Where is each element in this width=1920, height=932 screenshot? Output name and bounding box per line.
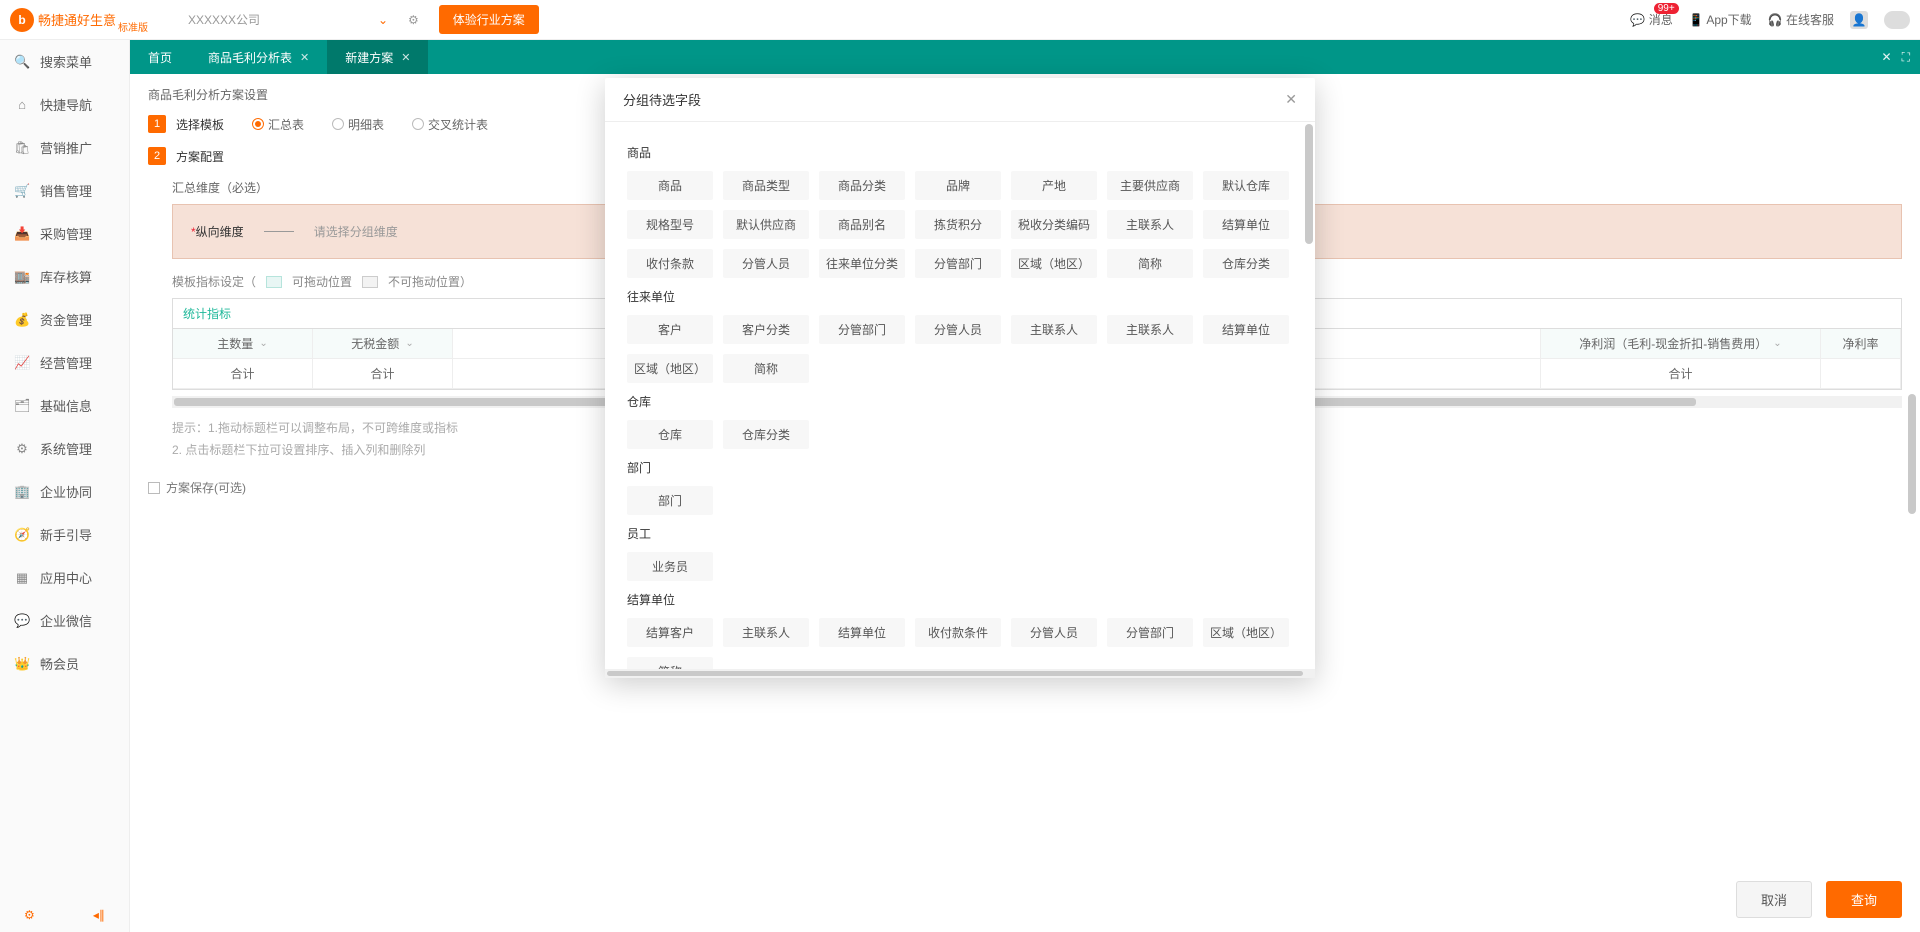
chip-0-5[interactable]: 主要供应商 — [1107, 171, 1193, 200]
chip-1-4[interactable]: 主联系人 — [1011, 315, 1097, 344]
group-title-1: 往来单位 — [627, 288, 1293, 305]
chip-1-5[interactable]: 主联系人 — [1107, 315, 1193, 344]
chip-group-3: 部门 — [627, 486, 1293, 515]
chip-0-11[interactable]: 税收分类编码 — [1011, 210, 1097, 239]
chip-1-1[interactable]: 客户分类 — [723, 315, 809, 344]
chip-group-1: 客户客户分类分管部门分管人员主联系人主联系人结算单位区域（地区）简称 — [627, 315, 1293, 383]
chip-0-9[interactable]: 商品别名 — [819, 210, 905, 239]
chip-0-15[interactable]: 分管人员 — [723, 249, 809, 278]
chip-0-2[interactable]: 商品分类 — [819, 171, 905, 200]
chip-5-3[interactable]: 收付款条件 — [915, 618, 1001, 647]
chip-0-7[interactable]: 规格型号 — [627, 210, 713, 239]
chip-3-0[interactable]: 部门 — [627, 486, 713, 515]
chip-0-3[interactable]: 品牌 — [915, 171, 1001, 200]
chip-0-4[interactable]: 产地 — [1011, 171, 1097, 200]
modal-title: 分组待选字段 — [623, 90, 701, 109]
chip-0-19[interactable]: 简称 — [1107, 249, 1193, 278]
chip-0-16[interactable]: 往来单位分类 — [819, 249, 905, 278]
group-title-0: 商品 — [627, 144, 1293, 161]
chip-group-5: 结算客户主联系人结算单位收付款条件分管人员分管部门区域（地区） 简称 — [627, 618, 1293, 669]
chip-2-1[interactable]: 仓库分类 — [723, 420, 809, 449]
group-title-3: 部门 — [627, 459, 1293, 476]
modal-header: 分组待选字段 ✕ — [605, 78, 1315, 122]
group-title-5: 结算单位 — [627, 591, 1293, 608]
chip-0-0[interactable]: 商品 — [627, 171, 713, 200]
chip-5-6[interactable]: 区域（地区） — [1203, 618, 1289, 647]
chip-5-4[interactable]: 分管人员 — [1011, 618, 1097, 647]
chip-5-0[interactable]: 结算客户 — [627, 618, 713, 647]
chip-0-12[interactable]: 主联系人 — [1107, 210, 1193, 239]
modal-body: 商品商品商品类型商品分类品牌产地主要供应商默认仓库规格型号默认供应商商品别名拣货… — [605, 122, 1315, 669]
chip-0-10[interactable]: 拣货积分 — [915, 210, 1001, 239]
modal-horizontal-scrollbar[interactable] — [605, 669, 1315, 678]
chip-0-8[interactable]: 默认供应商 — [723, 210, 809, 239]
chip-group-4: 业务员 — [627, 552, 1293, 581]
close-icon[interactable]: ✕ — [1285, 91, 1297, 108]
chip-1-0[interactable]: 客户 — [627, 315, 713, 344]
chip-1-7[interactable]: 区域（地区） — [627, 354, 713, 383]
chip-1-3[interactable]: 分管人员 — [915, 315, 1001, 344]
chip-1-6[interactable]: 结算单位 — [1203, 315, 1289, 344]
chip-4-0[interactable]: 业务员 — [627, 552, 713, 581]
group-title-4: 员工 — [627, 525, 1293, 542]
chip-0-14[interactable]: 收付条款 — [627, 249, 713, 278]
chip-5-7[interactable]: 简称 — [627, 657, 713, 669]
chip-5-1[interactable]: 主联系人 — [723, 618, 809, 647]
chip-0-18[interactable]: 区域（地区） — [1011, 249, 1097, 278]
chip-0-1[interactable]: 商品类型 — [723, 171, 809, 200]
group-title-2: 仓库 — [627, 393, 1293, 410]
field-modal: 分组待选字段 ✕ 商品商品商品类型商品分类品牌产地主要供应商默认仓库规格型号默认… — [605, 78, 1315, 678]
chip-0-13[interactable]: 结算单位 — [1203, 210, 1289, 239]
chip-5-5[interactable]: 分管部门 — [1107, 618, 1193, 647]
chip-2-0[interactable]: 仓库 — [627, 420, 713, 449]
chip-0-17[interactable]: 分管部门 — [915, 249, 1001, 278]
chip-0-20[interactable]: 仓库分类 — [1203, 249, 1289, 278]
chip-5-2[interactable]: 结算单位 — [819, 618, 905, 647]
modal-vertical-scrollbar[interactable] — [1305, 124, 1313, 244]
chip-1-8[interactable]: 简称 — [723, 354, 809, 383]
chip-group-2: 仓库仓库分类 — [627, 420, 1293, 449]
chip-1-2[interactable]: 分管部门 — [819, 315, 905, 344]
chip-group-0: 商品商品类型商品分类品牌产地主要供应商默认仓库规格型号默认供应商商品别名拣货积分… — [627, 171, 1293, 278]
chip-0-6[interactable]: 默认仓库 — [1203, 171, 1289, 200]
